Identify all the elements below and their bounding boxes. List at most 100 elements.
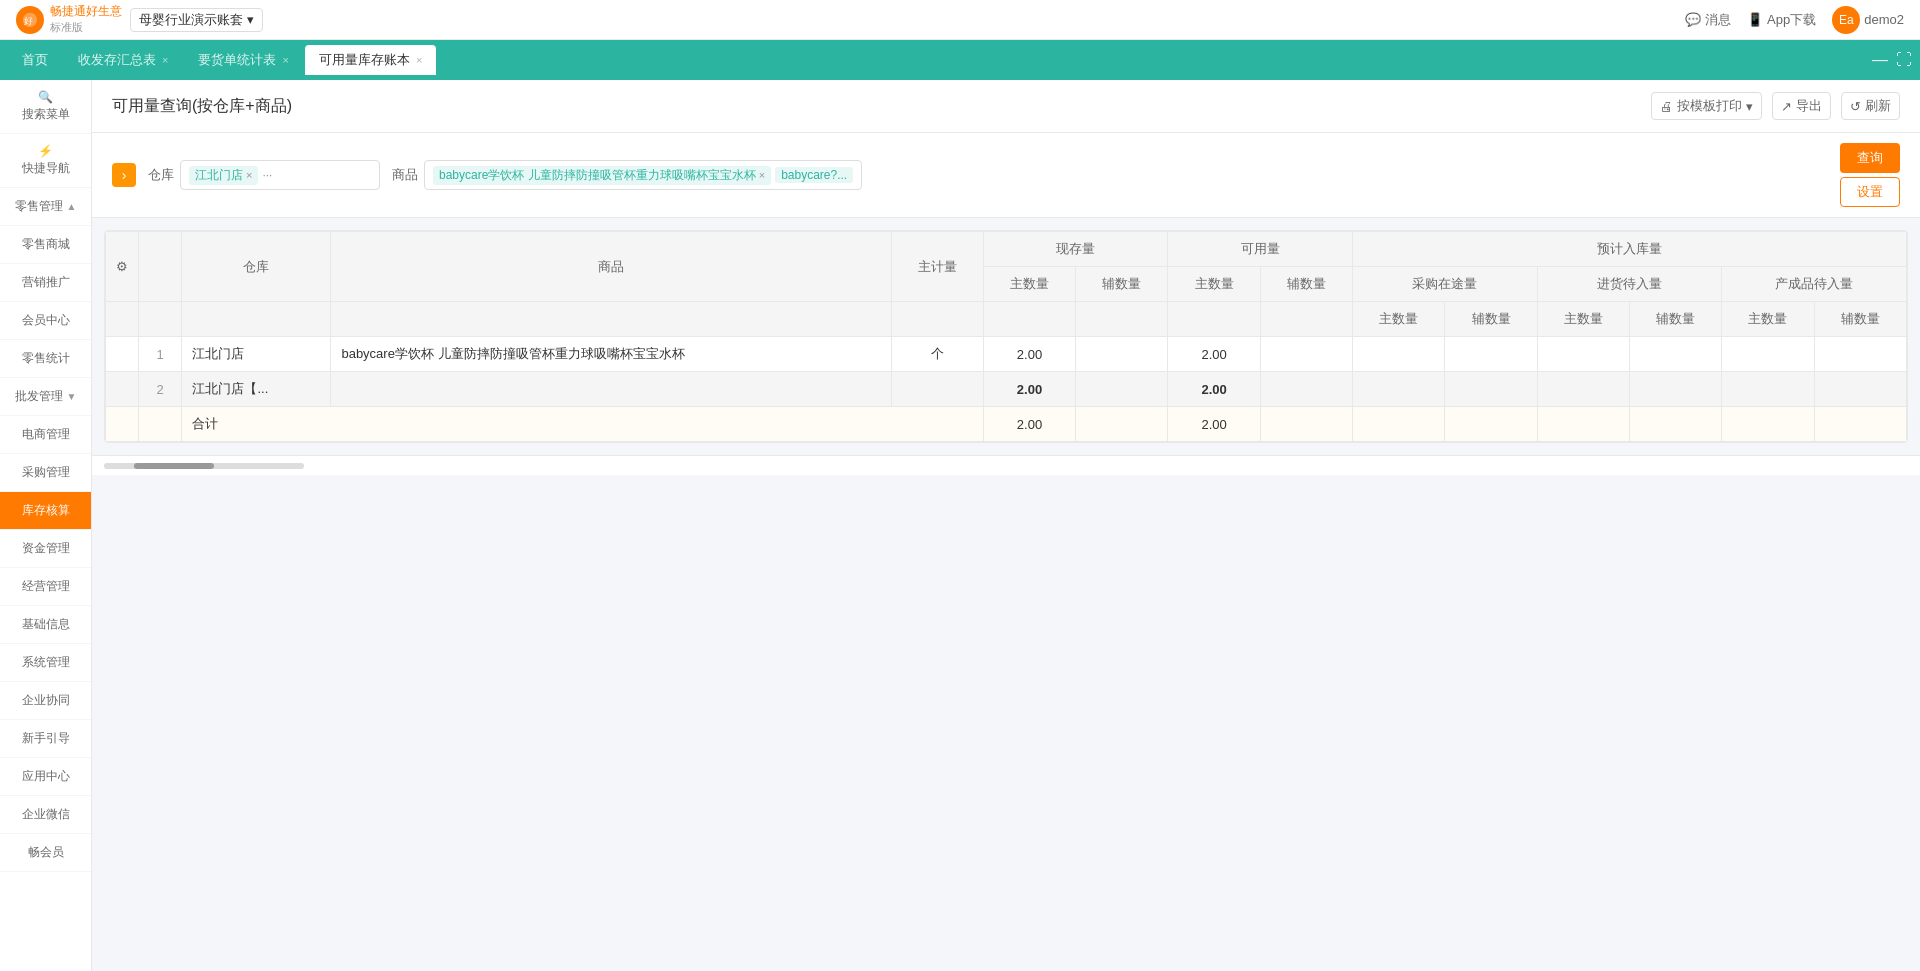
nav-tabs: 首页 收发存汇总表 × 要货单统计表 × 可用量库存账本 × — ⛶ bbox=[0, 40, 1920, 80]
cell-purchase-aux-1 bbox=[1445, 337, 1537, 372]
top-bar-left: 好 畅捷通好生意 标准版 母婴行业演示账套 ▾ bbox=[16, 4, 263, 35]
app-icon: 📱 bbox=[1747, 12, 1763, 27]
sidebar-item-marketing[interactable]: 营销推广 bbox=[0, 264, 91, 302]
available-inventory-tab-label: 可用量库存账本 bbox=[319, 51, 410, 69]
content-area: 可用量查询(按仓库+商品) 🖨 按模板打印 ▾ ↗ 导出 ↺ 刷新 bbox=[92, 80, 1920, 971]
tab-home[interactable]: 首页 bbox=[8, 45, 62, 75]
cell-purchase-main-2 bbox=[1353, 372, 1445, 407]
total-avail-main: 2.00 bbox=[1168, 407, 1260, 442]
sidebar-item-pro-member[interactable]: 畅会员 bbox=[0, 834, 91, 872]
cell-settings-2 bbox=[106, 372, 139, 407]
sidebar-item-finance-mgmt[interactable]: 资金管理 bbox=[0, 530, 91, 568]
tab-order-stats[interactable]: 要货单统计表 × bbox=[184, 45, 302, 75]
cell-purchase-main-1 bbox=[1353, 337, 1445, 372]
warehouse-filter-group: 仓库 江北门店 × ··· bbox=[148, 160, 380, 190]
minimize-icon[interactable]: — bbox=[1872, 51, 1888, 69]
refresh-button[interactable]: ↺ 刷新 bbox=[1841, 92, 1900, 120]
app-download-button[interactable]: 📱 App下载 bbox=[1747, 11, 1816, 29]
inventory-table: ⚙ 仓库 商品 主计量 现存量 可用量 预计入库量 主数量 辅数量 主数量 辅数… bbox=[105, 231, 1907, 442]
col-header-incoming-aux: 辅数量 bbox=[1629, 302, 1721, 337]
col-header-purchase-main: 主数量 bbox=[1353, 302, 1445, 337]
refresh-icon: ↺ bbox=[1850, 99, 1861, 114]
warehouse-filter-input[interactable]: 江北门店 × ··· bbox=[180, 160, 380, 190]
product-tag-2: babycare?... bbox=[775, 167, 853, 183]
print-template-button[interactable]: 🖨 按模板打印 ▾ bbox=[1651, 92, 1762, 120]
sidebar-item-enterprise-collab[interactable]: 企业协同 bbox=[0, 682, 91, 720]
cell-rownum-1: 1 bbox=[139, 337, 182, 372]
warehouse-more-icon[interactable]: ··· bbox=[262, 168, 272, 182]
sidebar-item-system-mgmt[interactable]: 系统管理 bbox=[0, 644, 91, 682]
cell-product-2 bbox=[331, 372, 891, 407]
store-name: 母婴行业演示账套 bbox=[139, 11, 243, 29]
retail-mall-label: 零售商城 bbox=[22, 236, 70, 253]
sidebar-item-purchase-mgmt[interactable]: 采购管理 bbox=[0, 454, 91, 492]
wholesale-mgmt-label: 批发管理 bbox=[15, 388, 63, 405]
cell-avail-aux-1 bbox=[1260, 337, 1352, 372]
col-header-production-pending: 产成品待入量 bbox=[1722, 267, 1907, 302]
filter-actions: 查询 设置 bbox=[1840, 143, 1900, 207]
retail-mgmt-label: 零售管理 bbox=[15, 198, 63, 215]
filter-bar: › 仓库 江北门店 × ··· 商品 babycare学饮杯 儿童防摔防撞吸管杯… bbox=[92, 133, 1920, 218]
user-menu[interactable]: Ea demo2 bbox=[1832, 6, 1904, 34]
svg-text:好: 好 bbox=[24, 15, 33, 25]
total-cell-empty2 bbox=[139, 407, 182, 442]
close-available-inventory-tab[interactable]: × bbox=[416, 54, 422, 66]
sidebar-item-retail-mall[interactable]: 零售商城 bbox=[0, 226, 91, 264]
close-order-stats-tab[interactable]: × bbox=[282, 54, 288, 66]
tab-receipt[interactable]: 收发存汇总表 × bbox=[64, 45, 182, 75]
sidebar-item-retail-mgmt[interactable]: 零售管理 ▲ bbox=[0, 188, 91, 226]
tab-available-inventory[interactable]: 可用量库存账本 × bbox=[305, 45, 436, 75]
system-mgmt-label: 系统管理 bbox=[22, 654, 70, 671]
export-button[interactable]: ↗ 导出 bbox=[1772, 92, 1831, 120]
total-production-aux bbox=[1814, 407, 1906, 442]
new-guide-label: 新手引导 bbox=[22, 730, 70, 747]
sidebar-item-quick-nav[interactable]: ⚡ 快捷导航 bbox=[0, 134, 91, 188]
col-header-purchase-transit: 采购在途量 bbox=[1353, 267, 1538, 302]
total-incoming-aux bbox=[1629, 407, 1721, 442]
top-bar-right: 💬 消息 📱 App下载 Ea demo2 bbox=[1685, 6, 1904, 34]
quick-nav-icon: ⚡ bbox=[38, 144, 53, 158]
product-filter-input[interactable]: babycare学饮杯 儿童防摔防撞吸管杯重力球吸嘴杯宝宝水杯 × babyca… bbox=[424, 160, 862, 190]
sidebar-item-basic-info[interactable]: 基础信息 bbox=[0, 606, 91, 644]
store-selector[interactable]: 母婴行业演示账套 ▾ bbox=[130, 8, 263, 32]
sidebar-item-app-center[interactable]: 应用中心 bbox=[0, 758, 91, 796]
cell-product-1: babycare学饮杯 儿童防摔防撞吸管杯重力球吸嘴杯宝宝水杯 bbox=[331, 337, 891, 372]
main-layout: 🔍 搜索菜单 ⚡ 快捷导航 零售管理 ▲ 零售商城 营销推广 会员中心 零售统计… bbox=[0, 80, 1920, 971]
total-current-main: 2.00 bbox=[983, 407, 1075, 442]
sidebar-item-search-menu[interactable]: 🔍 搜索菜单 bbox=[0, 80, 91, 134]
col-header-avail-aux: 辅数量 bbox=[1260, 267, 1352, 302]
query-button[interactable]: 查询 bbox=[1840, 143, 1900, 173]
col-header-production-aux: 辅数量 bbox=[1814, 302, 1906, 337]
col-header-empty2 bbox=[139, 302, 182, 337]
close-receipt-tab[interactable]: × bbox=[162, 54, 168, 66]
col-header-expected-in: 预计入库量 bbox=[1353, 232, 1907, 267]
product-tag-1-close[interactable]: × bbox=[759, 169, 765, 181]
table-container: ⚙ 仓库 商品 主计量 现存量 可用量 预计入库量 主数量 辅数量 主数量 辅数… bbox=[104, 230, 1908, 443]
col-header-empty4 bbox=[331, 302, 891, 337]
print-icon: 🖨 bbox=[1660, 99, 1673, 114]
sidebar-item-new-guide[interactable]: 新手引导 bbox=[0, 720, 91, 758]
col-header-empty1 bbox=[106, 302, 139, 337]
filter-toggle-button[interactable]: › bbox=[112, 163, 136, 187]
sidebar-item-inventory-check[interactable]: 库存核算 bbox=[0, 492, 91, 530]
warehouse-tag: 江北门店 × bbox=[189, 166, 258, 185]
horizontal-scrollbar[interactable] bbox=[104, 463, 304, 469]
sidebar-item-member-center[interactable]: 会员中心 bbox=[0, 302, 91, 340]
col-header-empty5 bbox=[891, 302, 983, 337]
message-button[interactable]: 💬 消息 bbox=[1685, 11, 1731, 29]
sidebar-item-operations-mgmt[interactable]: 经营管理 bbox=[0, 568, 91, 606]
warehouse-tag-close[interactable]: × bbox=[246, 169, 252, 181]
maximize-icon[interactable]: ⛶ bbox=[1896, 51, 1912, 69]
cell-avail-main-1: 2.00 bbox=[1168, 337, 1260, 372]
sidebar-item-retail-stats[interactable]: 零售统计 bbox=[0, 340, 91, 378]
settings-button[interactable]: 设置 bbox=[1840, 177, 1900, 207]
sidebar-item-enterprise-wechat[interactable]: 企业微信 bbox=[0, 796, 91, 834]
cell-avail-aux-2 bbox=[1260, 372, 1352, 407]
sidebar-item-wholesale-mgmt[interactable]: 批发管理 ▼ bbox=[0, 378, 91, 416]
product-tag-1-text: babycare学饮杯 儿童防摔防撞吸管杯重力球吸嘴杯宝宝水杯 bbox=[439, 167, 756, 184]
wholesale-mgmt-arrow: ▼ bbox=[67, 391, 77, 402]
sidebar-item-ecommerce-mgmt[interactable]: 电商管理 bbox=[0, 416, 91, 454]
member-center-label: 会员中心 bbox=[22, 312, 70, 329]
cell-current-main-1: 2.00 bbox=[983, 337, 1075, 372]
cell-production-aux-1 bbox=[1814, 337, 1906, 372]
